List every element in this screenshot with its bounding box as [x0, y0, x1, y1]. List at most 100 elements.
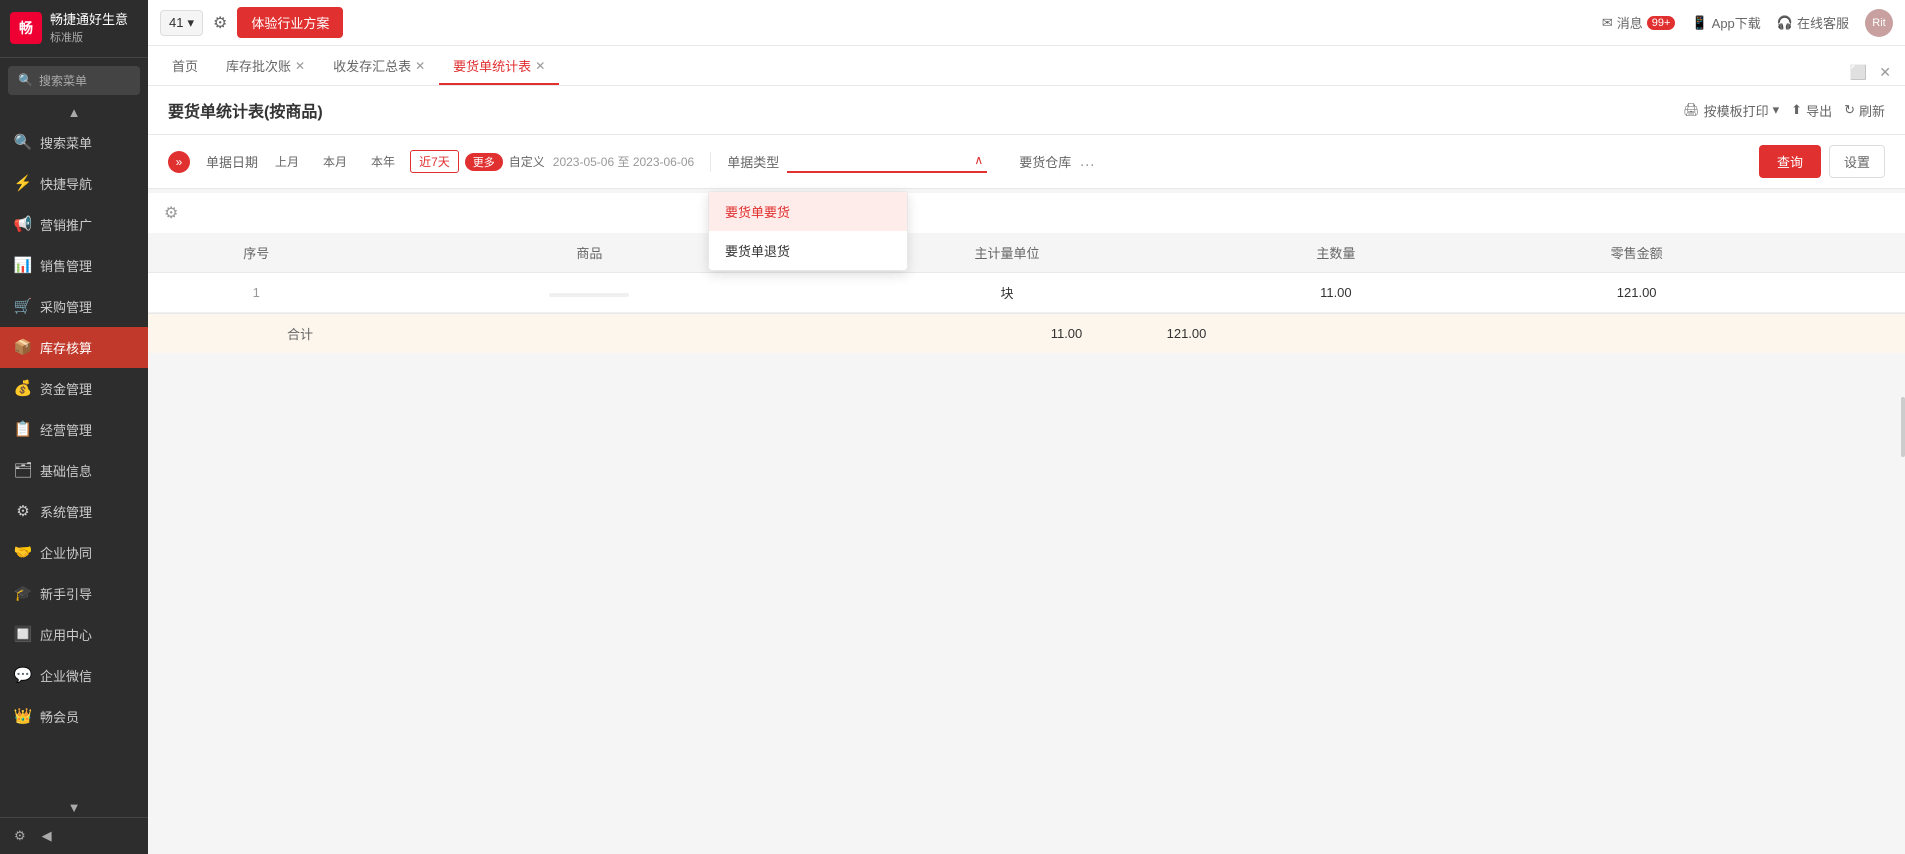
sidebar-item-inventory[interactable]: 📦 库存核算 — [0, 327, 148, 368]
sidebar-scroll-down[interactable]: ▼ — [0, 798, 148, 817]
search-icon: 🔍 — [14, 133, 32, 151]
finance-icon: 💰 — [14, 379, 32, 397]
table-settings-icon[interactable]: ⚙ — [164, 203, 178, 223]
sidebar-item-member[interactable]: 👑畅会员 — [0, 696, 148, 737]
footer-label: 合计 — [240, 324, 360, 343]
filter-right-btns: 查询 设置 — [1759, 145, 1885, 178]
app-logo: 畅 — [10, 12, 42, 44]
date-label: 单据日期 — [206, 152, 258, 171]
sidebar-item-label: 库存核算 — [40, 338, 92, 357]
sidebar-item-wechat[interactable]: 💬企业微信 — [0, 655, 148, 696]
scroll-handle[interactable] — [1901, 397, 1905, 457]
sidebar-item-finance[interactable]: 💰资金管理 — [0, 368, 148, 409]
tab-batch-close[interactable]: ✕ — [295, 59, 305, 73]
cell-qty: 11.00 — [1200, 273, 1473, 313]
date-shortcuts: 上月 本月 本年 近7天 更多 自定义 — [266, 150, 545, 173]
export-btn[interactable]: ⬆ 导出 — [1791, 101, 1832, 120]
store-dropdown-icon: ▾ — [187, 15, 194, 31]
filter-divider — [710, 152, 711, 172]
cell-num: 1 — [148, 273, 364, 313]
sidebar-search[interactable]: 🔍 搜索菜单 — [8, 66, 140, 95]
data-table: 序号 商品 主计量单位 主数量 零售金额 1 块 11.00 121.00 — [148, 233, 1905, 313]
sidebar-item-shortcut[interactable]: ⚡快捷导航 — [0, 163, 148, 204]
topbar: 41 ▾ ⚙ 体验行业方案 ✉ 消息 99+ 📱 App下载 🎧 在线客服 Ri… — [148, 0, 1905, 46]
sidebar-item-basic[interactable]: 🗂基础信息 — [0, 450, 148, 491]
print-label: 按模板打印 — [1704, 101, 1769, 120]
cell-amount: 121.00 — [1472, 273, 1801, 313]
tabbar-close-all-icon[interactable]: ✕ — [1875, 60, 1895, 85]
sidebar-item-operation[interactable]: 📋经营管理 — [0, 409, 148, 450]
message-btn[interactable]: ✉ 消息 99+ — [1602, 13, 1676, 32]
sidebar-scroll-up[interactable]: ▲ — [0, 103, 148, 122]
sidebar-item-marketing[interactable]: 📢营销推广 — [0, 204, 148, 245]
export-label: 导出 — [1806, 101, 1832, 120]
store-label: 41 — [169, 15, 183, 30]
date-custom-btn[interactable]: 自定义 — [509, 153, 545, 170]
dropdown-item-return[interactable]: 要货单退货 — [709, 231, 907, 270]
sidebar-item-purchase[interactable]: 🛒采购管理 — [0, 286, 148, 327]
message-icon: ✉ — [1602, 15, 1613, 31]
topbar-gear-icon[interactable]: ⚙ — [213, 13, 227, 33]
dropdown-item-order[interactable]: 要货单要货 — [709, 192, 907, 231]
date-more-btn[interactable]: 更多 — [465, 153, 503, 171]
store-selector[interactable]: 41 ▾ — [160, 10, 203, 36]
trial-btn[interactable]: 体验行业方案 — [237, 7, 343, 38]
tab-home-label: 首页 — [172, 56, 198, 75]
table-header-row: 序号 商品 主计量单位 主数量 零售金额 — [148, 233, 1905, 273]
sales-icon: 📊 — [14, 256, 32, 274]
wechat-icon: 💬 — [14, 666, 32, 684]
headset-icon: 🎧 — [1777, 15, 1793, 31]
purchase-icon: 🛒 — [14, 297, 32, 315]
date-filter-group: 单据日期 上月 本月 本年 近7天 更多 自定义 2023-05-06 至 20… — [206, 150, 694, 173]
col-qty: 主数量 — [1200, 233, 1473, 273]
date-btn-this-month[interactable]: 本月 — [314, 150, 356, 173]
sidebar-item-system[interactable]: ⚙ 系统管理 — [0, 491, 148, 532]
refresh-btn[interactable]: ↻ 刷新 — [1844, 101, 1885, 120]
tab-summary-close[interactable]: ✕ — [415, 59, 425, 73]
tab-summary[interactable]: 收发存汇总表 ✕ — [319, 48, 439, 85]
query-btn[interactable]: 查询 — [1759, 145, 1821, 178]
user-avatar[interactable]: Rit — [1865, 9, 1893, 37]
print-btn[interactable]: 🖨 按模板打印 ▾ — [1683, 101, 1779, 120]
operation-icon: 📋 — [14, 420, 32, 438]
tabbar-expand-icon[interactable]: ⬜ — [1846, 60, 1871, 85]
cell-extra — [1801, 273, 1905, 313]
sidebar-item-label: 销售管理 — [40, 256, 92, 275]
sidebar-nav: 🔍搜索菜单⚡快捷导航📢营销推广 📊 销售管理 🛒采购管理 📦 库存核算 💰资金管理📋经营管理… — [0, 122, 148, 798]
sidebar-item-label: 企业协同 — [40, 543, 92, 562]
tab-batch[interactable]: 库存批次账 ✕ — [212, 48, 319, 85]
system-icon: ⚙ — [14, 502, 32, 520]
settings-btn[interactable]: 设置 — [1829, 145, 1885, 178]
app-title: 畅捷通好生意 — [50, 12, 128, 29]
warehouse-more-btn[interactable]: … — [1079, 153, 1095, 171]
main-area: 41 ▾ ⚙ 体验行业方案 ✉ 消息 99+ 📱 App下载 🎧 在线客服 Ri… — [148, 0, 1905, 854]
sidebar-item-sales[interactable]: 📊 销售管理 — [0, 245, 148, 286]
page-content: 要货单统计表(按商品) 🖨 按模板打印 ▾ ⬆ 导出 ↻ 刷新 — [148, 86, 1905, 854]
filter-expand-btn[interactable]: » — [168, 151, 190, 173]
table-footer: 合计 11.00 121.00 — [148, 313, 1905, 353]
sidebar-bottom: ⚙ ◀ — [0, 817, 148, 854]
date-btn-last-month[interactable]: 上月 — [266, 150, 308, 173]
tab-order-stats[interactable]: 要货单统计表 ✕ — [439, 48, 559, 85]
sidebar-item-guide[interactable]: 🎓新手引导 — [0, 573, 148, 614]
app-download-btn[interactable]: 📱 App下载 — [1691, 13, 1760, 32]
customer-service-btn[interactable]: 🎧 在线客服 — [1777, 13, 1849, 32]
date-btn-7days[interactable]: 近7天 — [410, 150, 459, 173]
inventory-icon: 📦 — [14, 338, 32, 356]
app-label: App下载 — [1712, 13, 1761, 32]
sidebar-settings-icon[interactable]: ⚙ — [14, 828, 26, 844]
sidebar-item-corp[interactable]: 🤝企业协同 — [0, 532, 148, 573]
table-area: ⚙ 序号 商品 主计量单位 主数量 零售金额 1 块 11. — [148, 193, 1905, 313]
table-row: 1 块 11.00 121.00 — [148, 273, 1905, 313]
sidebar-collapse-icon[interactable]: ◀ — [42, 828, 52, 844]
tab-order-stats-close[interactable]: ✕ — [535, 59, 545, 73]
sidebar-item-apps[interactable]: 🔲应用中心 — [0, 614, 148, 655]
tab-batch-label: 库存批次账 — [226, 56, 291, 75]
tab-home[interactable]: 首页 — [158, 48, 212, 85]
sidebar-item-label: 系统管理 — [40, 502, 92, 521]
date-range: 2023-05-06 至 2023-06-06 — [553, 153, 694, 170]
warehouse-label: 要货仓库 — [1019, 152, 1071, 171]
sidebar-item-search[interactable]: 🔍搜索菜单 — [0, 122, 148, 163]
type-select-box[interactable]: ∧ — [787, 151, 987, 173]
date-btn-this-year[interactable]: 本年 — [362, 150, 404, 173]
